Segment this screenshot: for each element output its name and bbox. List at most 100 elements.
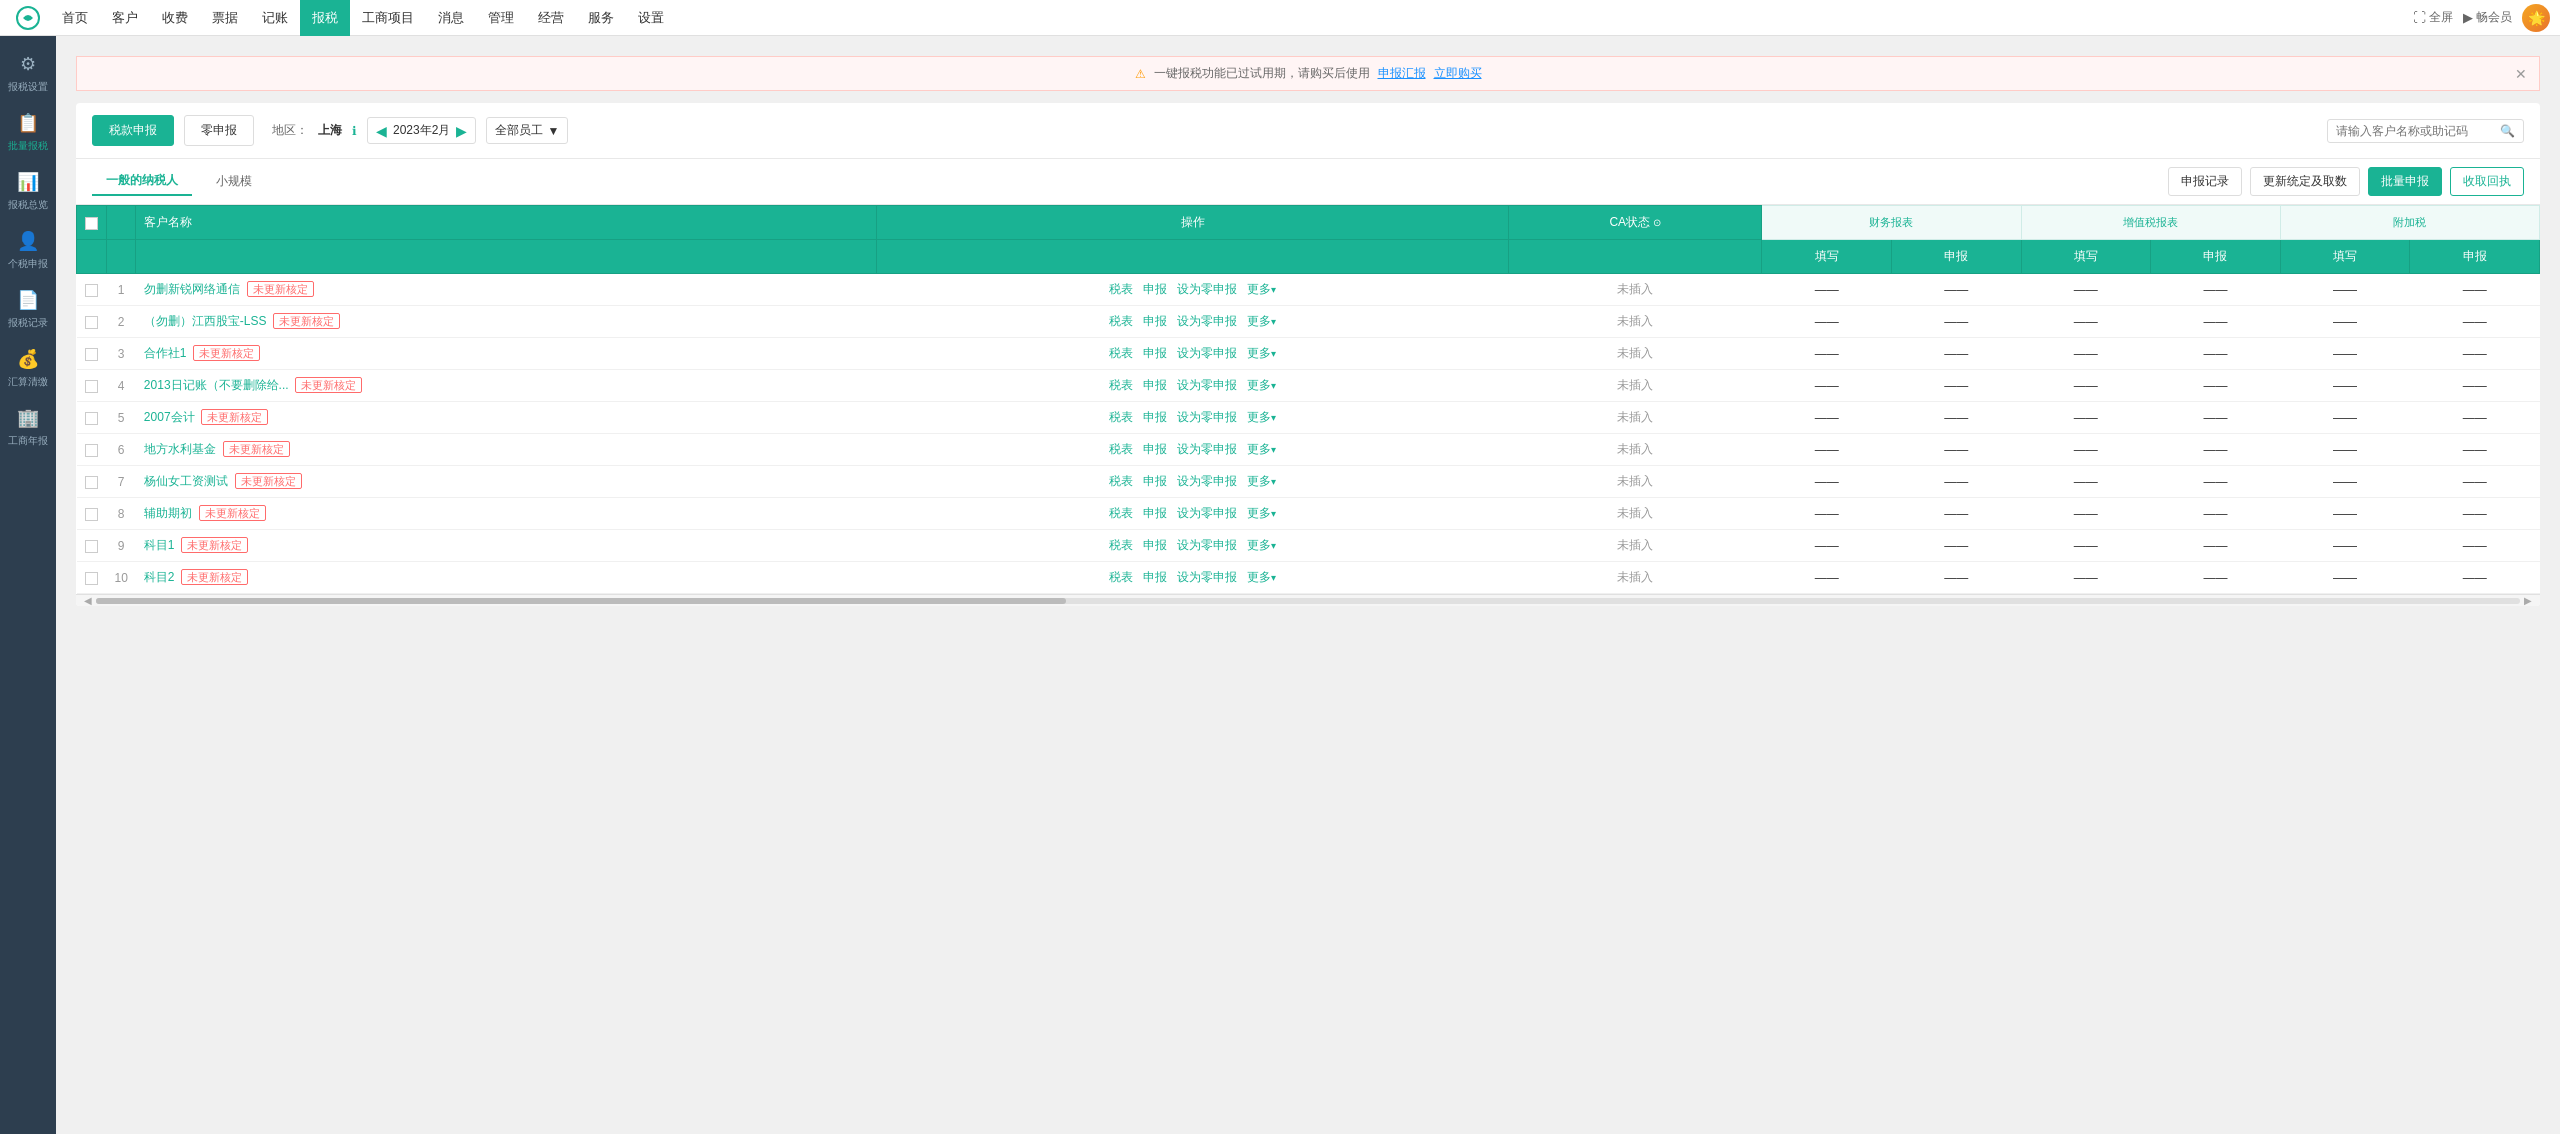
- search-input[interactable]: [2336, 124, 2496, 138]
- row-cb-3[interactable]: [85, 380, 98, 393]
- sidebar-item-settlement[interactable]: 💰 汇算清缴: [0, 339, 56, 398]
- row-cb-4[interactable]: [85, 412, 98, 425]
- op-tax-0[interactable]: 税表: [1109, 282, 1133, 296]
- customer-name-link-6[interactable]: 杨仙女工资测试: [144, 474, 228, 488]
- fullscreen-btn[interactable]: ⛶ 全屏: [2413, 9, 2453, 26]
- op-tax-7[interactable]: 税表: [1109, 506, 1133, 520]
- sidebar-item-tax-record[interactable]: 📄 报税记录: [0, 280, 56, 339]
- row-cb-2[interactable]: [85, 348, 98, 361]
- nav-customer[interactable]: 客户: [100, 0, 150, 36]
- row-cb-0[interactable]: [85, 284, 98, 297]
- op-zero-7[interactable]: 设为零申报: [1177, 506, 1237, 520]
- op-tax-4[interactable]: 税表: [1109, 410, 1133, 424]
- nav-manage[interactable]: 管理: [476, 0, 526, 36]
- nav-invoice[interactable]: 票据: [200, 0, 250, 36]
- sub-tab-small[interactable]: 小规模: [202, 168, 266, 195]
- tab-tax-apply[interactable]: 税款申报: [92, 115, 174, 146]
- banner-close-btn[interactable]: ✕: [2515, 66, 2527, 82]
- tab-zero-apply[interactable]: 零申报: [184, 115, 254, 146]
- user-avatar[interactable]: 🌟: [2522, 4, 2550, 32]
- row-checkbox-4[interactable]: [77, 402, 107, 434]
- row-checkbox-0[interactable]: [77, 274, 107, 306]
- customer-name-link-1[interactable]: （勿删）江西股宝-LSS: [144, 314, 267, 328]
- row-checkbox-1[interactable]: [77, 306, 107, 338]
- op-apply-0[interactable]: 申报: [1143, 282, 1167, 296]
- op-apply-8[interactable]: 申报: [1143, 538, 1167, 552]
- op-more-0[interactable]: 更多▾: [1247, 282, 1276, 296]
- row-checkbox-5[interactable]: [77, 434, 107, 466]
- op-zero-1[interactable]: 设为零申报: [1177, 314, 1237, 328]
- sub-tab-general[interactable]: 一般的纳税人: [92, 167, 192, 196]
- op-zero-2[interactable]: 设为零申报: [1177, 346, 1237, 360]
- op-tax-1[interactable]: 税表: [1109, 314, 1133, 328]
- op-more-5[interactable]: 更多▾: [1247, 442, 1276, 456]
- row-cb-1[interactable]: [85, 316, 98, 329]
- op-apply-4[interactable]: 申报: [1143, 410, 1167, 424]
- customer-name-link-3[interactable]: 2013日记账（不要删除给...: [144, 378, 289, 392]
- row-checkbox-7[interactable]: [77, 498, 107, 530]
- nav-biz[interactable]: 工商项目: [350, 0, 426, 36]
- op-tax-9[interactable]: 税表: [1109, 570, 1133, 584]
- op-tax-3[interactable]: 税表: [1109, 378, 1133, 392]
- op-zero-3[interactable]: 设为零申报: [1177, 378, 1237, 392]
- customer-name-link-4[interactable]: 2007会计: [144, 410, 195, 424]
- sidebar-item-personal-tax[interactable]: 👤 个税申报: [0, 221, 56, 280]
- row-cb-6[interactable]: [85, 476, 98, 489]
- row-cb-8[interactable]: [85, 540, 98, 553]
- op-more-4[interactable]: 更多▾: [1247, 410, 1276, 424]
- collect-btn[interactable]: 收取回执: [2450, 167, 2524, 196]
- nav-message[interactable]: 消息: [426, 0, 476, 36]
- scroll-right-btn[interactable]: ▶: [2520, 595, 2536, 606]
- op-more-9[interactable]: 更多▾: [1247, 570, 1276, 584]
- op-apply-2[interactable]: 申报: [1143, 346, 1167, 360]
- customer-name-link-5[interactable]: 地方水利基金: [144, 442, 216, 456]
- op-zero-4[interactable]: 设为零申报: [1177, 410, 1237, 424]
- upgrade-btn[interactable]: ▶ 畅会员: [2463, 9, 2512, 26]
- sidebar-item-tax-settings[interactable]: ⚙ 报税设置: [0, 44, 56, 103]
- region-info-icon[interactable]: ℹ: [352, 124, 357, 138]
- date-next-btn[interactable]: ▶: [456, 123, 467, 139]
- sidebar-item-tax-overview[interactable]: 📊 报税总览: [0, 162, 56, 221]
- select-all-checkbox[interactable]: [85, 217, 98, 230]
- op-apply-5[interactable]: 申报: [1143, 442, 1167, 456]
- op-more-6[interactable]: 更多▾: [1247, 474, 1276, 488]
- nav-settings[interactable]: 设置: [626, 0, 676, 36]
- customer-name-link-0[interactable]: 勿删新锐网络通信: [144, 282, 240, 296]
- sidebar-item-batch-tax[interactable]: 📋 批量报税: [0, 103, 56, 162]
- op-tax-8[interactable]: 税表: [1109, 538, 1133, 552]
- scroll-thumb[interactable]: [96, 598, 1066, 604]
- row-cb-7[interactable]: [85, 508, 98, 521]
- row-checkbox-8[interactable]: [77, 530, 107, 562]
- row-cb-5[interactable]: [85, 444, 98, 457]
- horizontal-scrollbar[interactable]: ◀ ▶: [76, 594, 2540, 606]
- scroll-track[interactable]: [96, 598, 2520, 604]
- op-more-7[interactable]: 更多▾: [1247, 506, 1276, 520]
- row-checkbox-9[interactable]: [77, 562, 107, 594]
- app-logo[interactable]: [10, 0, 46, 36]
- nav-home[interactable]: 首页: [50, 0, 100, 36]
- staff-selector[interactable]: 全部员工 ▼: [486, 117, 568, 144]
- op-tax-2[interactable]: 税表: [1109, 346, 1133, 360]
- nav-service[interactable]: 服务: [576, 0, 626, 36]
- sidebar-item-annual-report[interactable]: 🏢 工商年报: [0, 398, 56, 457]
- op-tax-5[interactable]: 税表: [1109, 442, 1133, 456]
- op-zero-0[interactable]: 设为零申报: [1177, 282, 1237, 296]
- op-apply-3[interactable]: 申报: [1143, 378, 1167, 392]
- op-zero-5[interactable]: 设为零申报: [1177, 442, 1237, 456]
- customer-name-link-7[interactable]: 辅助期初: [144, 506, 192, 520]
- op-apply-6[interactable]: 申报: [1143, 474, 1167, 488]
- row-checkbox-6[interactable]: [77, 466, 107, 498]
- date-prev-btn[interactable]: ◀: [376, 123, 387, 139]
- op-apply-7[interactable]: 申报: [1143, 506, 1167, 520]
- op-more-8[interactable]: 更多▾: [1247, 538, 1276, 552]
- search-icon[interactable]: 🔍: [2500, 124, 2515, 138]
- row-checkbox-2[interactable]: [77, 338, 107, 370]
- customer-name-link-9[interactable]: 科目2: [144, 570, 175, 584]
- op-zero-9[interactable]: 设为零申报: [1177, 570, 1237, 584]
- nav-tax[interactable]: 报税: [300, 0, 350, 36]
- customer-name-link-8[interactable]: 科目1: [144, 538, 175, 552]
- row-checkbox-3[interactable]: [77, 370, 107, 402]
- op-more-3[interactable]: 更多▾: [1247, 378, 1276, 392]
- customer-name-link-2[interactable]: 合作社1: [144, 346, 187, 360]
- update-btn[interactable]: 更新统定及取数: [2250, 167, 2360, 196]
